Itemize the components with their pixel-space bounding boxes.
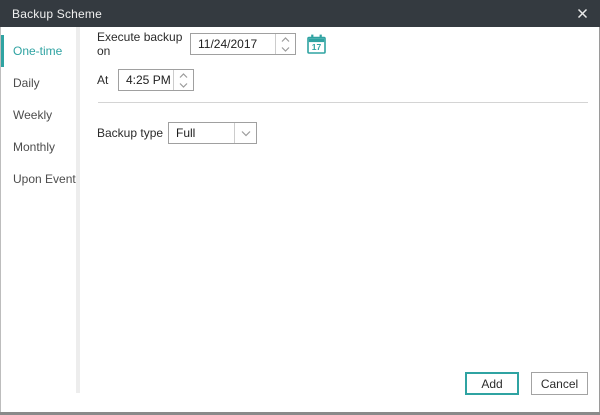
time-spinner xyxy=(173,70,193,90)
date-field xyxy=(190,33,296,55)
date-input[interactable] xyxy=(191,34,275,54)
backup-scheme-dialog: Backup Scheme One-time Daily Weekly Mont… xyxy=(0,0,600,415)
chevron-down-icon xyxy=(179,82,188,88)
execute-time-row: At xyxy=(97,69,194,91)
open-calendar-button[interactable]: 17 xyxy=(306,34,326,54)
calendar-17-icon: 17 xyxy=(306,34,326,54)
dialog-content: Execute backup on 11/24/2017 17 At 4:25 … xyxy=(80,27,600,415)
sidebar-item-upon-event[interactable]: Upon Event xyxy=(1,163,76,195)
date-spin-up-button[interactable] xyxy=(281,35,290,44)
backup-type-label: Backup type xyxy=(97,126,164,140)
backup-type-row: Backup type Full xyxy=(97,122,257,144)
section-divider xyxy=(98,102,588,103)
dialog-title: Backup Scheme xyxy=(12,6,102,21)
add-button[interactable]: Add xyxy=(465,372,519,395)
close-button[interactable] xyxy=(560,0,588,27)
chevron-down-icon xyxy=(281,46,290,52)
date-spin-down-button[interactable] xyxy=(281,44,290,53)
chevron-up-icon xyxy=(281,36,290,42)
svg-text:17: 17 xyxy=(311,42,321,52)
execute-date-row: Execute backup on 11/24/2017 17 xyxy=(97,30,326,58)
x-icon xyxy=(577,8,588,19)
time-field xyxy=(118,69,194,91)
sidebar-item-one-time[interactable]: One-time xyxy=(1,35,76,67)
schedule-sidebar: One-time Daily Weekly Monthly Upon Event xyxy=(1,27,80,393)
date-spinner xyxy=(275,34,295,54)
dropdown-button[interactable] xyxy=(234,123,256,143)
sidebar-item-daily[interactable]: Daily xyxy=(1,67,76,99)
at-label: At xyxy=(97,73,109,87)
backup-type-select[interactable]: Full xyxy=(168,122,257,144)
sidebar-item-monthly[interactable]: Monthly xyxy=(1,131,76,163)
sidebar-item-weekly[interactable]: Weekly xyxy=(1,99,76,131)
time-input[interactable] xyxy=(119,70,173,90)
chevron-up-icon xyxy=(179,72,188,78)
time-spin-down-button[interactable] xyxy=(179,80,188,89)
time-spin-up-button[interactable] xyxy=(179,71,188,80)
cancel-button[interactable]: Cancel xyxy=(531,372,588,395)
chevron-down-icon xyxy=(241,130,250,136)
backup-type-value: Full xyxy=(176,126,196,140)
titlebar: Backup Scheme xyxy=(0,0,600,27)
execute-backup-label: Execute backup on xyxy=(97,30,183,58)
